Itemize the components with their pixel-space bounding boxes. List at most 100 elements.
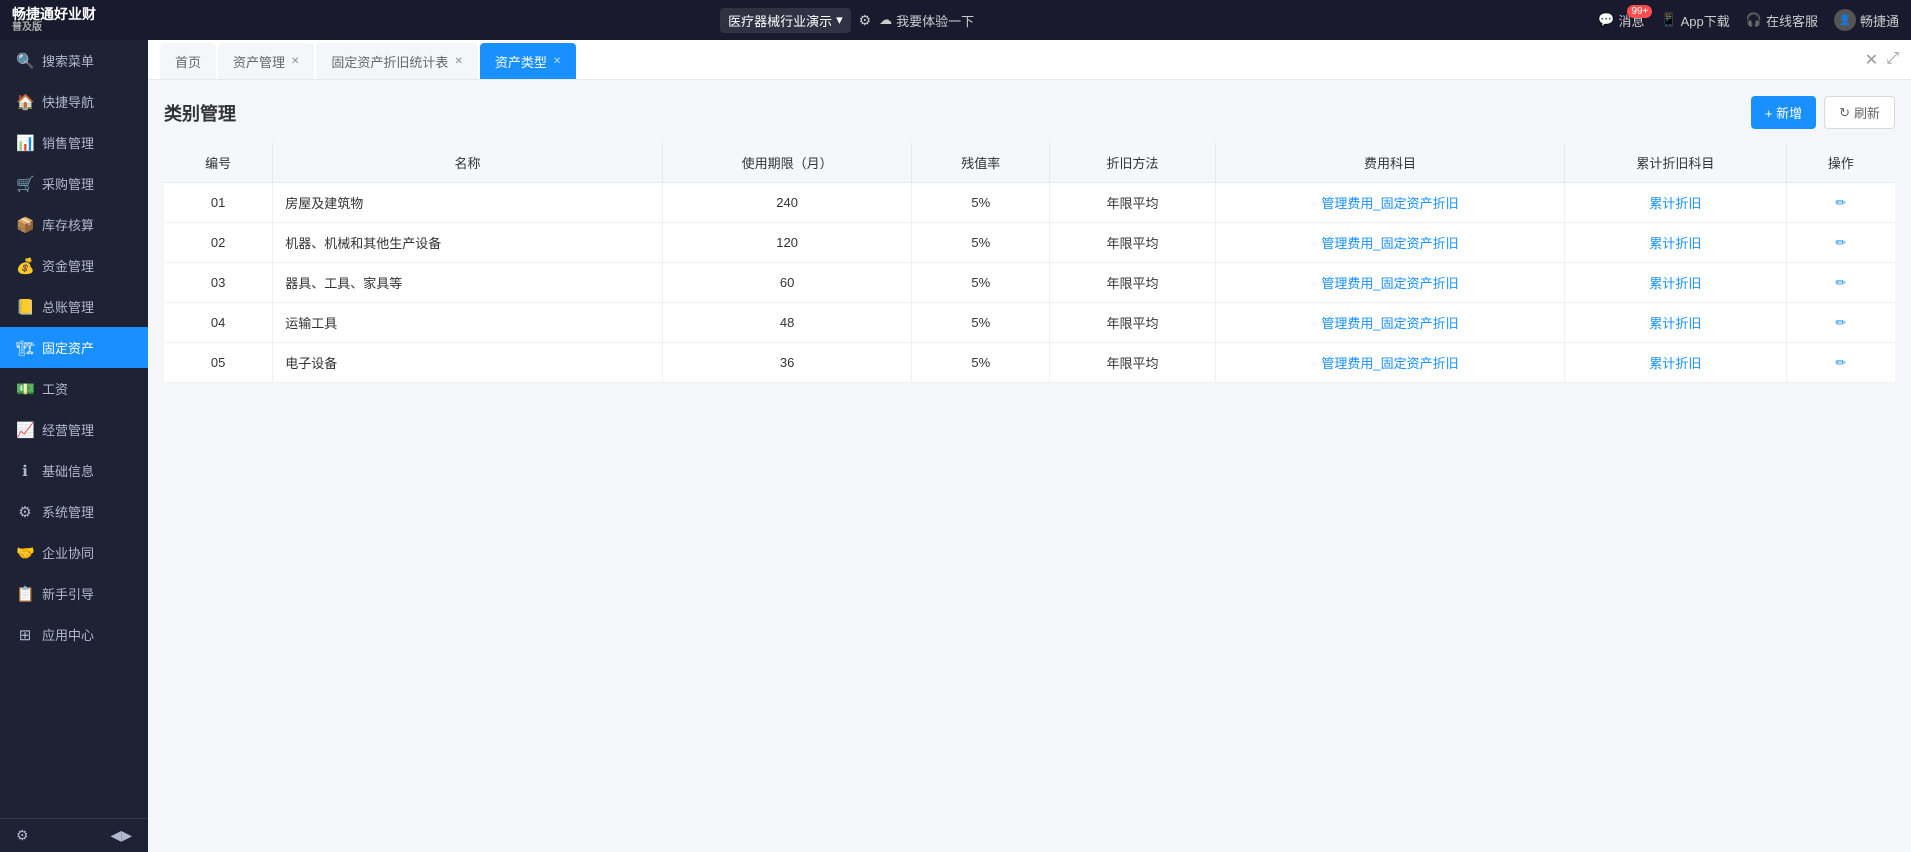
cell-accum-subject: 累计折旧 <box>1565 343 1787 383</box>
sidebar-item-finance[interactable]: 💰 资金管理 <box>0 245 148 286</box>
sidebar-item-label: 经营管理 <box>42 420 94 439</box>
trial-button[interactable]: ☁ 我要体验一下 <box>879 11 974 30</box>
page-title: 类别管理 <box>164 100 236 126</box>
demo-selector[interactable]: 医疗器械行业演示 ▾ <box>720 8 851 33</box>
edit-icon[interactable]: ✏ <box>1835 275 1846 290</box>
page-header: 类别管理 + 新增 ↻ 刷新 <box>164 96 1895 129</box>
edit-icon[interactable]: ✏ <box>1835 355 1846 370</box>
avatar: 👤 <box>1834 9 1856 31</box>
home-icon: 🏠 <box>16 93 34 111</box>
cell-code: 03 <box>164 263 273 303</box>
tab-asset-mgmt[interactable]: 资产管理 ✕ <box>218 43 314 79</box>
sidebar-item-inventory[interactable]: 📦 库存核算 <box>0 204 148 245</box>
refresh-button-label: 刷新 <box>1854 103 1880 122</box>
tab-depreciation-close[interactable]: ✕ <box>454 56 462 67</box>
edit-icon[interactable]: ✏ <box>1835 195 1846 210</box>
content-area: 首页 资产管理 ✕ 固定资产折旧统计表 ✕ 资产类型 ✕ ✕ ⤢ 类 <box>148 40 1911 852</box>
table-row: 01 房屋及建筑物 240 5% 年限平均 管理费用_固定资产折旧 累计折旧 ✏ <box>164 183 1895 223</box>
online-service-button[interactable]: 🎧 在线客服 <box>1746 11 1818 30</box>
cell-residual: 5% <box>912 183 1050 223</box>
gear-icon[interactable]: ⚙ <box>859 12 872 29</box>
cell-period: 120 <box>662 223 912 263</box>
cell-action[interactable]: ✏ <box>1786 183 1895 223</box>
sidebar-item-payroll[interactable]: 💵 工资 <box>0 368 148 409</box>
cell-name: 电子设备 <box>273 343 663 383</box>
cell-name: 运输工具 <box>273 303 663 343</box>
table-body: 01 房屋及建筑物 240 5% 年限平均 管理费用_固定资产折旧 累计折旧 ✏… <box>164 183 1895 383</box>
cell-action[interactable]: ✏ <box>1786 343 1895 383</box>
table-row: 05 电子设备 36 5% 年限平均 管理费用_固定资产折旧 累计折旧 ✏ <box>164 343 1895 383</box>
sidebar-item-sales[interactable]: 📊 销售管理 <box>0 122 148 163</box>
edit-icon[interactable]: ✏ <box>1835 235 1846 250</box>
expand-icon[interactable]: ⤢ <box>1886 50 1899 70</box>
search-icon: 🔍 <box>16 52 34 70</box>
user-menu[interactable]: 👤 畅捷通 <box>1834 9 1899 31</box>
app-version: 普及版 <box>12 22 96 34</box>
sidebar-item-label: 搜索菜单 <box>42 51 94 70</box>
collapse-icon[interactable]: ◀▶ <box>110 827 132 844</box>
cell-action[interactable]: ✏ <box>1786 263 1895 303</box>
sidebar-item-label: 系统管理 <box>42 502 94 521</box>
cell-period: 60 <box>662 263 912 303</box>
refresh-button[interactable]: ↻ 刷新 <box>1824 96 1895 129</box>
tab-asset-type[interactable]: 资产类型 ✕ <box>480 43 576 79</box>
tab-asset-type-close[interactable]: ✕ <box>553 56 561 67</box>
cell-accum-subject: 累计折旧 <box>1565 183 1787 223</box>
cell-accum-subject: 累计折旧 <box>1565 303 1787 343</box>
cell-residual: 5% <box>912 343 1050 383</box>
sidebar-item-purchase[interactable]: 🛒 采购管理 <box>0 163 148 204</box>
tab-asset-mgmt-close[interactable]: ✕ <box>291 56 299 67</box>
tab-asset-type-label: 资产类型 <box>495 52 547 71</box>
download-icon: 📱 <box>1660 12 1676 28</box>
app-name: 畅捷通好业财 <box>12 6 96 23</box>
settings-icon[interactable]: ⚙ <box>16 827 29 844</box>
sidebar-item-enterprise[interactable]: 🤝 企业协同 <box>0 532 148 573</box>
purchase-icon: 🛒 <box>16 175 34 193</box>
cell-method: 年限平均 <box>1050 303 1216 343</box>
online-service-label: 在线客服 <box>1766 11 1818 30</box>
cell-name: 房屋及建筑物 <box>273 183 663 223</box>
tab-depreciation[interactable]: 固定资产折旧统计表 ✕ <box>316 43 477 79</box>
top-bar: 畅捷通好业财 普及版 医疗器械行业演示 ▾ ⚙ ☁ 我要体验一下 💬 消息 99… <box>0 0 1911 40</box>
sidebar-item-fixed-assets[interactable]: 🏗 固定资产 <box>0 327 148 368</box>
sidebar-item-label: 总账管理 <box>42 297 94 316</box>
cell-period: 240 <box>662 183 912 223</box>
cell-action[interactable]: ✏ <box>1786 303 1895 343</box>
cell-method: 年限平均 <box>1050 183 1216 223</box>
cell-action[interactable]: ✏ <box>1786 223 1895 263</box>
sidebar-item-search[interactable]: 🔍 搜索菜单 <box>0 40 148 81</box>
finance-icon: 💰 <box>16 257 34 275</box>
sidebar-item-ledger[interactable]: 📒 总账管理 <box>0 286 148 327</box>
trial-label: 我要体验一下 <box>896 11 974 30</box>
cell-residual: 5% <box>912 223 1050 263</box>
app-download-button[interactable]: 📱 App下载 <box>1660 11 1729 30</box>
refresh-icon: ↻ <box>1839 105 1850 121</box>
sidebar-item-label: 固定资产 <box>42 338 94 357</box>
col-method: 折旧方法 <box>1050 143 1216 183</box>
sidebar-item-basic-info[interactable]: ℹ 基础信息 <box>0 450 148 491</box>
demo-selector-label: 医疗器械行业演示 <box>728 11 832 30</box>
sidebar-item-quick-nav[interactable]: 🏠 快捷导航 <box>0 81 148 122</box>
cell-method: 年限平均 <box>1050 343 1216 383</box>
tab-controls: ✕ ⤢ <box>1865 50 1899 70</box>
close-window-icon[interactable]: ✕ <box>1865 50 1878 70</box>
message-button[interactable]: 💬 消息 99+ <box>1598 11 1644 30</box>
message-badge: 99+ <box>1627 5 1652 18</box>
col-fee-subject: 费用科目 <box>1215 143 1564 183</box>
sidebar-item-system[interactable]: ⚙ 系统管理 <box>0 491 148 532</box>
cell-method: 年限平均 <box>1050 223 1216 263</box>
cell-code: 04 <box>164 303 273 343</box>
sidebar-item-app-center[interactable]: ⊞ 应用中心 <box>0 614 148 655</box>
cell-fee-subject: 管理费用_固定资产折旧 <box>1215 343 1564 383</box>
tab-home[interactable]: 首页 <box>160 43 216 79</box>
enterprise-icon: 🤝 <box>16 544 34 562</box>
cell-name: 器具、工具、家具等 <box>273 263 663 303</box>
new-button[interactable]: + 新增 <box>1751 96 1816 129</box>
inventory-icon: 📦 <box>16 216 34 234</box>
cell-code: 02 <box>164 223 273 263</box>
sidebar-item-newbie[interactable]: 📋 新手引导 <box>0 573 148 614</box>
cell-fee-subject: 管理费用_固定资产折旧 <box>1215 183 1564 223</box>
category-table: 编号 名称 使用期限（月） 残值率 折旧方法 费用科目 累计折旧科目 操作 01… <box>164 143 1895 383</box>
edit-icon[interactable]: ✏ <box>1835 315 1846 330</box>
sidebar-item-management[interactable]: 📈 经营管理 <box>0 409 148 450</box>
